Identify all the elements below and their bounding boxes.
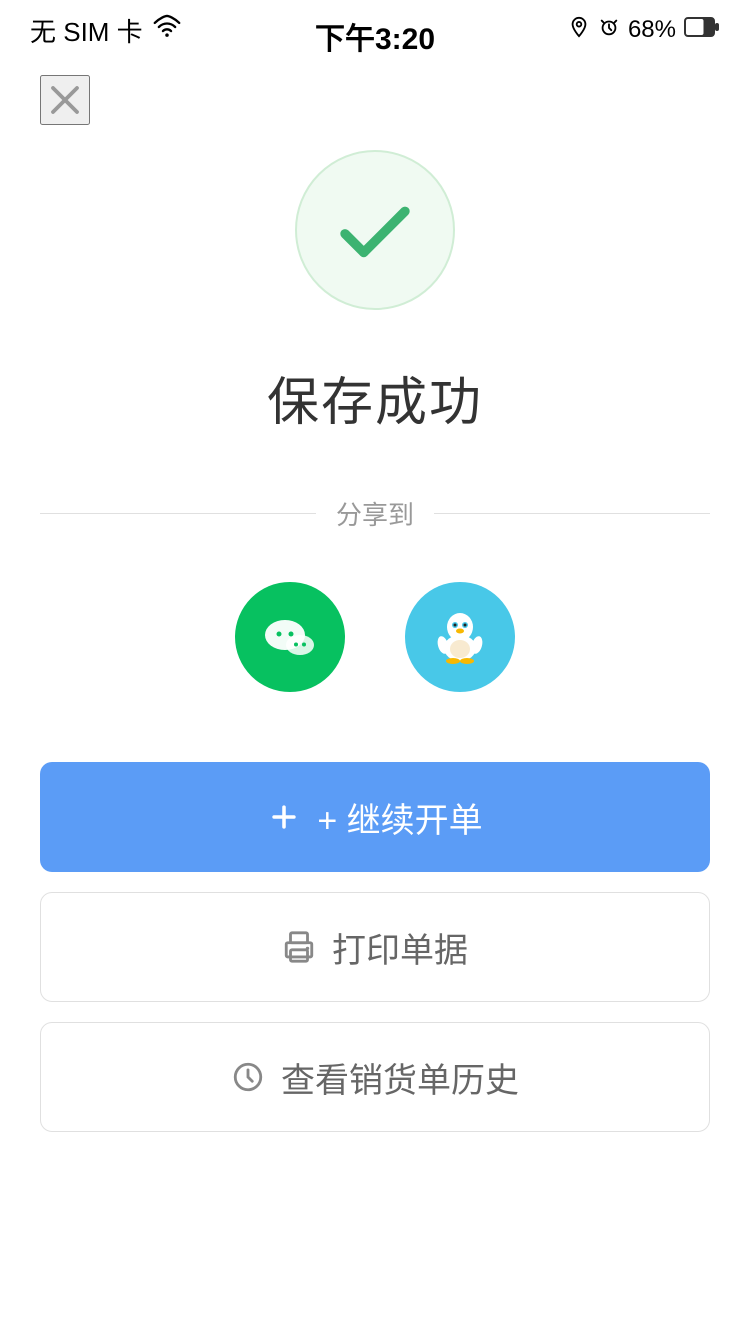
share-icons [40, 582, 710, 692]
qq-icon [428, 605, 493, 670]
close-button[interactable] [40, 75, 90, 125]
main-content: 保存成功 分享到 [0, 60, 750, 1132]
print-icon [282, 930, 316, 964]
history-icon [231, 1060, 265, 1094]
success-title: 保存成功 [267, 360, 483, 435]
status-left: 无 SIM 卡 [30, 12, 181, 49]
alarm-icon [598, 16, 620, 45]
share-section: 分享到 [0, 495, 750, 692]
share-label: 分享到 [336, 495, 414, 532]
continue-label: + 继续开单 [317, 793, 482, 842]
wechat-share-button[interactable] [235, 582, 345, 692]
no-sim-text: 无 SIM 卡 [30, 12, 143, 49]
status-time: 下午3:20 [315, 14, 435, 58]
share-divider: 分享到 [40, 495, 710, 532]
print-label: 打印单据 [332, 923, 468, 972]
battery-text: 68% [628, 16, 676, 44]
history-label: 查看销货单历史 [281, 1053, 519, 1102]
status-bar: 无 SIM 卡 下午3:20 68 [0, 0, 750, 60]
history-button[interactable]: 查看销货单历史 [40, 1022, 710, 1132]
battery-icon [684, 16, 720, 44]
plus-icon [267, 800, 301, 834]
qq-share-button[interactable] [405, 582, 515, 692]
continue-button[interactable]: + 继续开单 [40, 762, 710, 872]
divider-line-left [40, 513, 316, 514]
divider-line-right [434, 513, 710, 514]
success-icon-circle [295, 150, 455, 310]
print-button[interactable]: 打印单据 [40, 892, 710, 1002]
wechat-icon [258, 605, 323, 670]
status-right: 68% [568, 16, 720, 45]
action-buttons: + 继续开单 打印单据 查看销货单历史 [0, 762, 750, 1132]
location-icon [568, 16, 590, 45]
wifi-icon [153, 13, 181, 48]
checkmark-icon [330, 185, 420, 275]
